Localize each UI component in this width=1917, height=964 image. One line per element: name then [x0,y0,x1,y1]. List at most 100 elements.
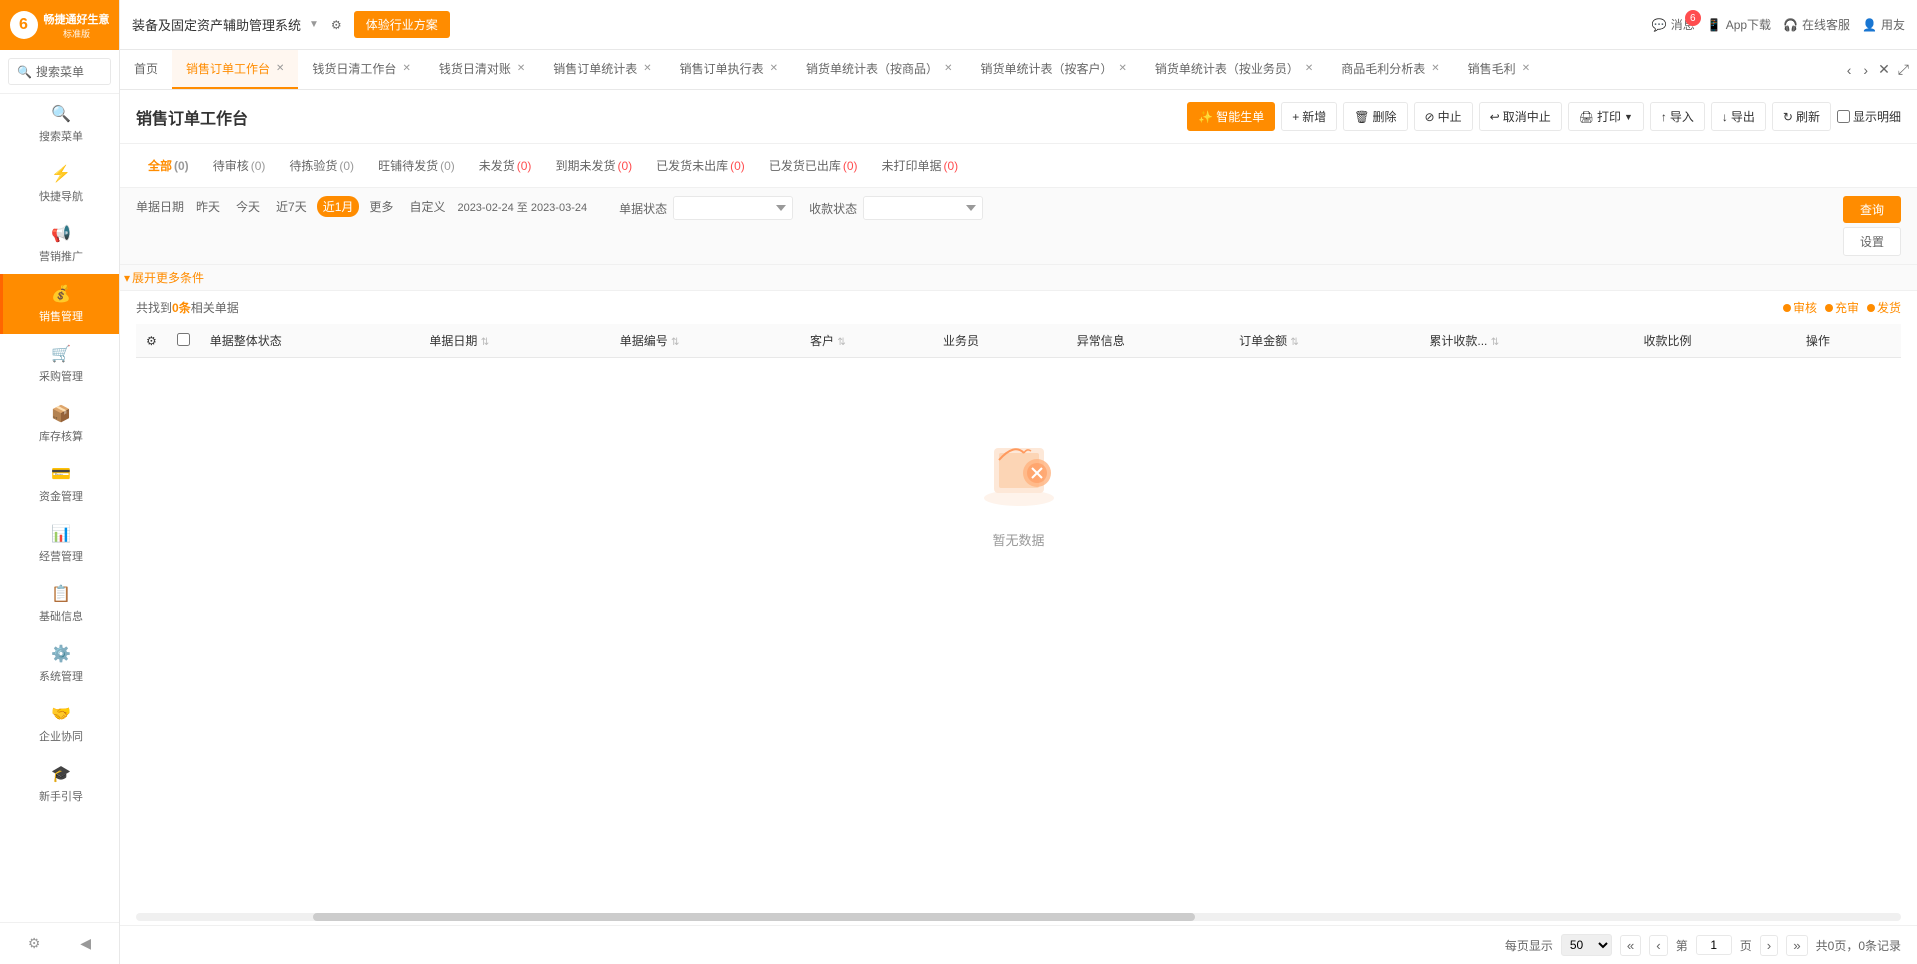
smart-create-button[interactable]: ✨ 智能生单 [1187,102,1275,131]
tab-close-cash_daily[interactable]: ✕ [402,63,410,74]
date-option-近7天[interactable]: 近7天 [270,196,313,217]
delete-icon: 🗑 [1354,110,1369,124]
tab-close-sales_profit[interactable]: ✕ [1522,63,1530,74]
last-page-button[interactable]: » [1786,935,1807,956]
query-button[interactable]: 查询 [1843,196,1901,223]
sidebar-item-sales[interactable]: 💰销售管理 [0,274,119,334]
sub-tab-wangpu_pending[interactable]: 旺铺待发货(0) [366,152,467,179]
next-page-button[interactable]: › [1760,935,1778,956]
sub-tab-shipped_not_out[interactable]: 已发货未出库(0) [644,152,757,179]
tab-close-sales_summary_product[interactable]: ✕ [944,63,952,74]
tab-sales_profit[interactable]: 销售毛利✕ [1454,50,1544,89]
sub-tab-pending_review[interactable]: 待审核(0) [201,152,278,179]
tab-sales_summary_staff[interactable]: 销货单统计表（按业务员）✕ [1141,50,1327,89]
export-button[interactable]: ↓ 导出 [1711,102,1766,131]
tab-close-all-button[interactable]: ✕ [1874,61,1894,78]
sub-tab-not_printed[interactable]: 未打印单据(0) [870,152,971,179]
header-settings-icon[interactable]: ⚙ [327,14,346,36]
industry-solution-button[interactable]: 体验行业方案 [354,11,450,38]
sub-tab-pending_inspect[interactable]: 待拣验货(0) [277,152,366,179]
tab-close-sales_stats[interactable]: ✕ [643,63,651,74]
sidebar-search-button[interactable]: 🔍 搜索菜单 [8,58,111,85]
add-button[interactable]: + 新增 [1281,102,1337,131]
prev-page-button[interactable]: ‹ [1649,935,1667,956]
tab-sales_workbench[interactable]: 销售订单工作台✕ [172,50,298,89]
import-button[interactable]: ↑ 导入 [1650,102,1705,131]
date-option-自定义[interactable]: 自定义 [403,196,451,217]
sidebar-item-enterprise[interactable]: 🤝企业协同 [0,694,119,754]
message-button[interactable]: 💬 消息 6 [1652,16,1695,33]
sidebar-item-search[interactable]: 🔍搜索菜单 [0,94,119,154]
tab-sales_exec[interactable]: 销售订单执行表✕ [666,50,792,89]
col-date[interactable]: 单据日期 ⇅ [419,324,609,358]
col-number[interactable]: 单据编号 ⇅ [610,324,800,358]
tab-sales_stats[interactable]: 销售订单统计表✕ [539,50,665,89]
nav-label-inventory: 库存核算 [39,428,83,444]
sidebar-item-purchase[interactable]: 🛒采购管理 [0,334,119,394]
sidebar-collapse-button[interactable]: ◀ [76,931,95,956]
tab-close-sales_summary_customer[interactable]: ✕ [1118,63,1126,74]
scrollbar-thumb[interactable] [313,913,1196,921]
sidebar-item-newbie[interactable]: 🎓新手引导 [0,754,119,814]
tab-cash_daily[interactable]: 钱货日清工作台✕ [298,50,424,89]
col-received[interactable]: 累计收款... ⇅ [1419,324,1633,358]
tab-scroll-left-button[interactable]: ‹ [1841,62,1858,78]
table-action-审核[interactable]: 审核 [1783,299,1817,316]
tab-close-cash_reconcile[interactable]: ✕ [517,63,525,74]
user-menu-button[interactable]: 👤 用友 [1862,16,1905,33]
cancel-stop-button[interactable]: ↩ 取消中止 [1479,102,1562,131]
delete-button[interactable]: 🗑 删除 [1343,102,1407,131]
show-detail-checkbox[interactable] [1837,110,1850,123]
tab-home[interactable]: 首页 [120,50,172,89]
refresh-button[interactable]: ↻ 刷新 [1772,102,1831,131]
col-amount[interactable]: 订单金额 ⇅ [1229,324,1419,358]
sidebar-item-quicknav[interactable]: ⚡快捷导航 [0,154,119,214]
date-option-近1月[interactable]: 近1月 [317,196,360,217]
date-option-今天[interactable]: 今天 [230,196,266,217]
sidebar-item-finance[interactable]: 💳资金管理 [0,454,119,514]
tab-close-sales_exec[interactable]: ✕ [770,63,778,74]
tab-sales_summary_product[interactable]: 销货单统计表（按商品）✕ [792,50,966,89]
date-option-昨天[interactable]: 昨天 [190,196,226,217]
table-action-充审[interactable]: 充审 [1825,299,1859,316]
tab-scroll-right-button[interactable]: › [1857,62,1874,78]
first-page-button[interactable]: « [1620,935,1641,956]
sidebar-item-inventory[interactable]: 📦库存核算 [0,394,119,454]
sub-tab-expired_not_shipped[interactable]: 到期未发货(0) [543,152,644,179]
sub-tab-shipped_out[interactable]: 已发货已出库(0) [757,152,870,179]
sidebar-settings-button[interactable]: ⚙ [24,931,45,956]
payment-select[interactable] [863,196,983,220]
tab-close-sales_summary_staff[interactable]: ✕ [1305,63,1313,74]
sub-tab-all[interactable]: 全部(0) [136,152,201,179]
tab-close-product_margin[interactable]: ✕ [1431,63,1439,74]
sidebar-item-marketing[interactable]: 📢营销推广 [0,214,119,274]
sidebar-item-basic[interactable]: 📋基础信息 [0,574,119,634]
tab-maximize-button[interactable]: ⤢ [1894,61,1913,78]
filter-settings-button[interactable]: 设置 [1843,227,1901,256]
tab-product_margin[interactable]: 商品毛利分析表✕ [1327,50,1453,89]
horizontal-scrollbar[interactable] [136,913,1901,921]
page-suffix: 页 [1740,937,1752,954]
show-detail-checkbox-label[interactable]: 显示明细 [1837,108,1901,125]
tab-sales_summary_customer[interactable]: 销货单统计表（按客户）✕ [966,50,1140,89]
print-button[interactable]: 🖨 打印 ▼ [1568,102,1644,131]
page-input[interactable] [1696,935,1732,955]
col-customer[interactable]: 客户 ⇅ [800,324,933,358]
stop-button[interactable]: ⊘ 中止 [1414,102,1473,131]
col-settings[interactable]: ⚙ [136,324,167,358]
sub-tab-count-shipped_not_out: (0) [730,159,745,173]
action-circle-icon [1867,304,1875,312]
tab-close-sales_workbench[interactable]: ✕ [276,63,284,74]
tab-cash_reconcile[interactable]: 钱货日清对账✕ [425,50,539,89]
per-page-select[interactable]: 10 20 50 100 [1561,934,1612,956]
sub-tab-not_shipped[interactable]: 未发货(0) [467,152,544,179]
online-service-button[interactable]: 🎧 在线客服 [1783,16,1850,33]
table-action-发货[interactable]: 发货 [1867,299,1901,316]
status-select[interactable] [673,196,793,220]
expand-filter-button[interactable]: ▾ 展开更多条件 [124,269,204,286]
select-all-checkbox[interactable] [177,333,190,346]
date-option-更多[interactable]: 更多 [363,196,399,217]
sidebar-item-operation[interactable]: 📊经营管理 [0,514,119,574]
app-download-button[interactable]: 📱 App下载 [1707,16,1771,33]
sidebar-item-system[interactable]: ⚙️系统管理 [0,634,119,694]
